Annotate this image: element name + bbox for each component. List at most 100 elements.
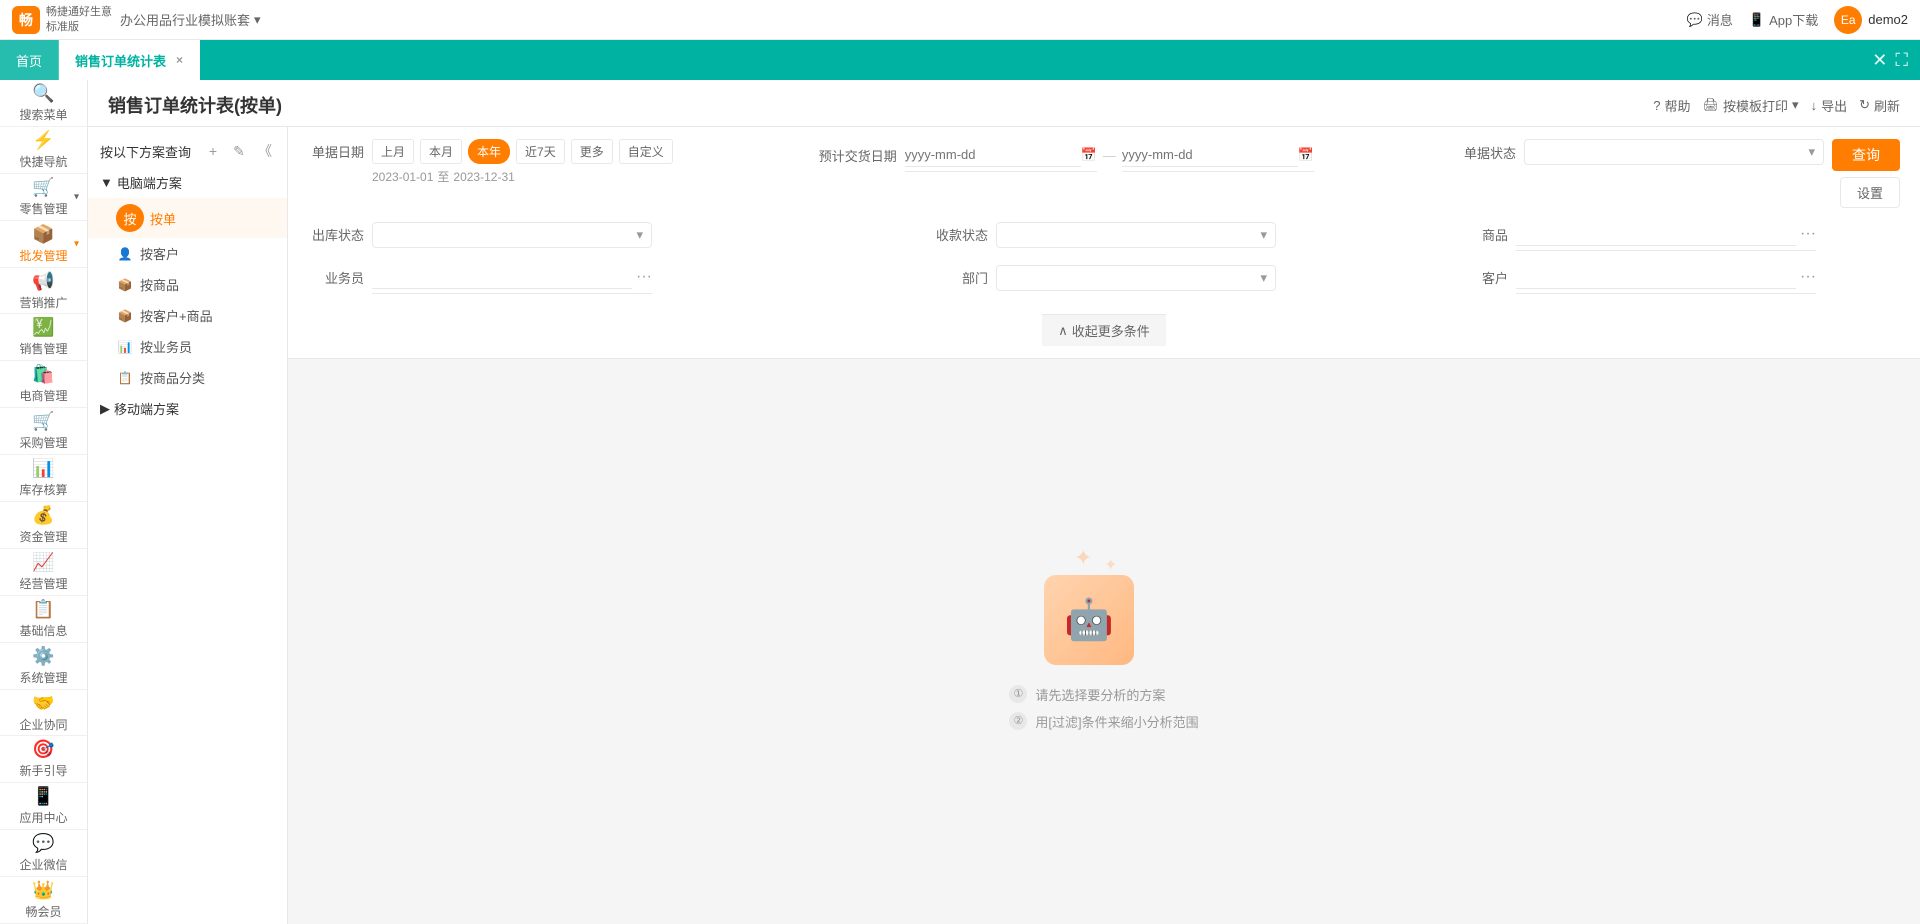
salesperson-input-area[interactable]: ···	[372, 261, 652, 294]
pc-group-arrow: ▼	[100, 175, 113, 190]
avatar: Ea	[1834, 6, 1862, 34]
date-range-start: 2023-01-01	[372, 170, 433, 184]
new-guide-icon: 🎯	[32, 739, 54, 760]
tab-home[interactable]: 首页	[0, 40, 59, 80]
breadcrumb: 办公用品行业模拟账套 ▾	[120, 10, 261, 29]
expected-date-end-input[interactable]	[1122, 143, 1298, 167]
main-layout: 🔍 搜索菜单 ⚡ 快捷导航 🛒 零售管理 ▾ 📦 批发管理 ▾ 📢 营销推广 💹…	[0, 80, 1920, 924]
goods-more-icon[interactable]: ···	[1800, 225, 1816, 243]
tab-bar: 首页 销售订单统计表 × ✕ ⛶	[0, 40, 1920, 80]
sidebar-item-base-info[interactable]: 📋 基础信息	[0, 596, 87, 643]
sidebar-item-ecommerce[interactable]: 🛍️ 电商管理	[0, 361, 87, 408]
sidebar-item-enterprise-wechat[interactable]: 💬 企业微信	[0, 830, 87, 877]
out-status-label: 出库状态	[308, 225, 364, 244]
panel-add-button[interactable]: +	[203, 141, 223, 161]
sidebar-item-search-menu[interactable]: 🔍 搜索菜单	[0, 80, 87, 127]
tree-item-by-category[interactable]: 📋 按商品分类	[88, 362, 287, 393]
expected-date-start[interactable]: 📅	[905, 139, 1097, 172]
out-status-select[interactable]: ▾	[372, 222, 652, 248]
sidebar-item-system[interactable]: ⚙️ 系统管理	[0, 643, 87, 690]
expected-date-start-input[interactable]	[905, 143, 1081, 167]
dept-select[interactable]: ▾	[996, 265, 1276, 291]
date-btn-this-year[interactable]: 本年	[468, 139, 510, 164]
payment-status-select[interactable]: ▾	[996, 222, 1276, 248]
settings-button[interactable]: 设置	[1840, 177, 1900, 208]
sidebar-item-retail-mgmt[interactable]: 🛒 零售管理 ▾	[0, 174, 87, 221]
ecommerce-icon: 🛍️	[32, 364, 54, 385]
page-body: 按以下方案查询 + ✎ 《 ▼ 电脑端方案 按 按单	[88, 127, 1920, 924]
sidebar-item-app-center[interactable]: 📱 应用中心	[0, 783, 87, 830]
date-btn-this-month[interactable]: 本月	[420, 139, 462, 164]
query-button[interactable]: 查询	[1832, 139, 1900, 171]
tree-item-by-customer[interactable]: 👤 按客户	[88, 238, 287, 269]
tab-sales-order-stats[interactable]: 销售订单统计表 ×	[59, 40, 200, 80]
sidebar-item-purchase[interactable]: 🛒 采购管理	[0, 408, 87, 455]
sidebar-item-new-guide[interactable]: 🎯 新手引导	[0, 736, 87, 783]
collapse-filter-button[interactable]: ∧ 收起更多条件	[1042, 314, 1166, 346]
help-action[interactable]: ? 帮助	[1653, 96, 1690, 115]
date-btn-last-7-days[interactable]: 近7天	[516, 139, 565, 164]
customer-more-icon[interactable]: ···	[1800, 268, 1816, 286]
sidebar-item-marketing[interactable]: 📢 营销推广	[0, 268, 87, 315]
sidebar: 🔍 搜索菜单 ⚡ 快捷导航 🛒 零售管理 ▾ 📦 批发管理 ▾ 📢 营销推广 💹…	[0, 80, 88, 924]
enterprise-coop-icon: 🤝	[32, 693, 54, 714]
date-range-sep: 至	[437, 168, 449, 185]
date-btn-last-month[interactable]: 上月	[372, 139, 414, 164]
by-category-icon: 📋	[116, 369, 134, 387]
date-range-end: 2023-12-31	[453, 170, 514, 184]
sidebar-item-operations[interactable]: 📈 经营管理	[0, 549, 87, 596]
sidebar-item-quick-nav[interactable]: ⚡ 快捷导航	[0, 127, 87, 174]
tree-item-by-product[interactable]: 📦 按商品	[88, 269, 287, 300]
panel-collapse-button[interactable]: 《	[255, 141, 275, 161]
sidebar-item-sales-mgmt[interactable]: 💹 销售管理	[0, 314, 87, 361]
goods-input-area[interactable]: ···	[1516, 218, 1816, 251]
tab-close-button[interactable]: ×	[176, 53, 183, 67]
tree-item-by-customer-product[interactable]: 📦 按客户+商品	[88, 300, 287, 331]
window-close-button[interactable]: ✕	[1872, 50, 1887, 71]
empty-state-image: ✦ ✦ 🤖	[1034, 545, 1174, 665]
export-action[interactable]: ↓ 导出	[1811, 96, 1848, 115]
status-select[interactable]: ▾	[1524, 139, 1824, 165]
by-product-icon: 📦	[116, 276, 134, 294]
customer-input-area[interactable]: ···	[1516, 261, 1816, 294]
customer-input[interactable]	[1516, 265, 1796, 289]
by-order-badge: 按	[116, 204, 144, 232]
sidebar-item-enterprise-coop[interactable]: 🤝 企业协同	[0, 690, 87, 737]
app-download-action[interactable]: 📱 App下载	[1749, 10, 1818, 29]
message-action[interactable]: 💬 消息	[1687, 10, 1733, 29]
tree-item-by-salesperson[interactable]: 📊 按业务员	[88, 331, 287, 362]
dept-label: 部门	[932, 268, 988, 287]
retail-mgmt-icon: 🛒	[32, 177, 54, 198]
tree-item-by-order[interactable]: 按 按单	[88, 198, 287, 238]
empty-robot-icon: 🤖	[1044, 575, 1134, 665]
top-bar-left: 畅 畅捷通好生意 标准版 办公用品行业模拟账套 ▾	[12, 5, 261, 34]
by-salesperson-icon: 📊	[116, 338, 134, 356]
top-bar: 畅 畅捷通好生意 标准版 办公用品行业模拟账套 ▾ 💬 消息 📱 App下载 E…	[0, 0, 1920, 40]
sidebar-item-wholesale-mgmt[interactable]: 📦 批发管理 ▾	[0, 221, 87, 268]
window-maximize-button[interactable]: ⛶	[1895, 50, 1908, 71]
query-actions: 查询 设置	[1832, 139, 1900, 208]
sidebar-item-finance[interactable]: 💰 资金管理	[0, 502, 87, 549]
date-btn-custom[interactable]: 自定义	[619, 139, 673, 164]
date-btn-more[interactable]: 更多	[571, 139, 613, 164]
inventory-icon: 📊	[32, 458, 54, 479]
page-title: 销售订单统计表(按单)	[108, 92, 282, 118]
date-range-dash: —	[1103, 148, 1116, 163]
panel-header-actions: + ✎ 《	[203, 141, 275, 161]
salesperson-more-icon[interactable]: ···	[636, 268, 652, 286]
template-print-action[interactable]: 🖨 按模板打印 ▾	[1703, 96, 1799, 115]
logo-icon: 畅	[12, 6, 40, 34]
goods-input[interactable]	[1516, 222, 1796, 246]
mobile-group-label[interactable]: ▶ 移动端方案	[88, 393, 287, 424]
pc-group-label[interactable]: ▼ 电脑端方案	[88, 167, 287, 198]
refresh-action[interactable]: ↻ 刷新	[1859, 96, 1900, 115]
member-icon: 👑	[32, 880, 54, 901]
page-header: 销售订单统计表(按单) ? 帮助 🖨 按模板打印 ▾ ↓ 导出 ↻ 刷新	[88, 80, 1920, 127]
sidebar-item-member[interactable]: 👑 畅会员	[0, 877, 87, 924]
user-action[interactable]: Ea demo2	[1834, 6, 1908, 34]
sidebar-item-inventory[interactable]: 📊 库存核算	[0, 455, 87, 502]
expected-date-end[interactable]: 📅	[1122, 139, 1314, 172]
panel-edit-button[interactable]: ✎	[229, 141, 249, 161]
salesperson-input[interactable]	[372, 265, 632, 289]
top-bar-right: 💬 消息 📱 App下载 Ea demo2	[1687, 6, 1908, 34]
